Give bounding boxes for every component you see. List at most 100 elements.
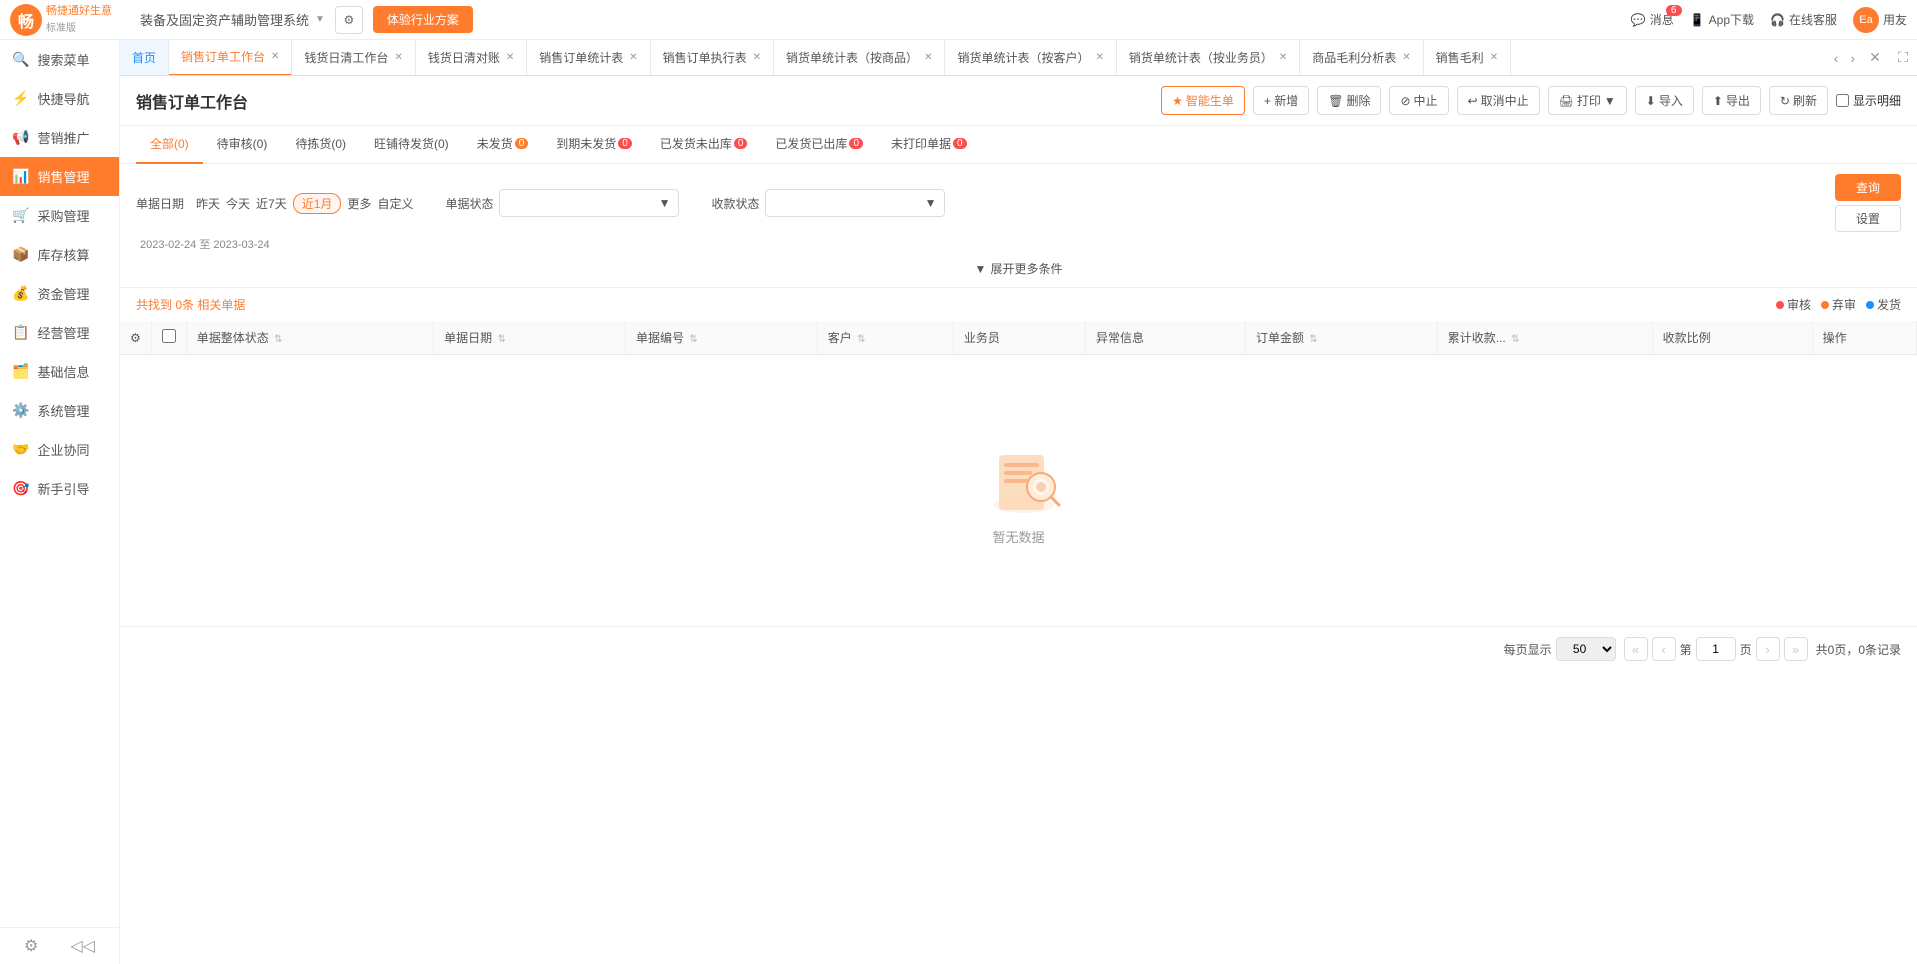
sidebar-item-finance[interactable]: 💰 资金管理 — [0, 274, 119, 313]
smart-create-button[interactable]: ★ 智能生单 — [1161, 86, 1245, 115]
show-detail-checkbox[interactable]: 显示明细 — [1836, 92, 1901, 109]
delete-button[interactable]: 🗑 删除 — [1317, 86, 1381, 115]
subtab-wangpu[interactable]: 旺铺待发货(0) — [360, 126, 463, 164]
subtab-unshipped[interactable]: 未发货 0 — [463, 126, 543, 164]
col-status[interactable]: 单据整体状态 ⇅ — [186, 321, 433, 355]
sidebar-item-corp[interactable]: 🤝 企业协同 — [0, 430, 119, 469]
tab-gross-margin[interactable]: 商品毛利分析表 ✕ — [1300, 40, 1423, 76]
add-button[interactable]: + 新增 — [1253, 86, 1309, 115]
date-1month[interactable]: 近1月 — [293, 193, 342, 214]
tab-close-icon[interactable]: ✕ — [1402, 52, 1410, 63]
query-button[interactable]: 查询 — [1835, 174, 1901, 201]
date-today[interactable]: 今天 — [226, 195, 250, 212]
tab-fullscreen-button[interactable]: ⛶ — [1889, 40, 1917, 76]
settings-bottom-button[interactable]: ⚙ — [24, 936, 38, 956]
page-size-input[interactable]: 50 100 200 — [1556, 637, 1616, 661]
export-button[interactable]: ⬆ 导出 — [1702, 86, 1761, 115]
sidebar-item-operations[interactable]: 📋 经营管理 — [0, 313, 119, 352]
expand-filter-button[interactable]: ▼ 展开更多条件 — [975, 260, 1063, 277]
prev-page-button[interactable]: ‹ — [1652, 637, 1676, 661]
subtab-pending-pick[interactable]: 待拣货(0) — [281, 126, 360, 164]
tab-close-icon[interactable]: ✕ — [753, 52, 761, 63]
tab-sales-workbench[interactable]: 销售订单工作台 ✕ — [169, 40, 292, 76]
online-service-button[interactable]: 🎧 在线客服 — [1770, 11, 1837, 28]
settings-button[interactable]: ⚙ — [335, 6, 363, 34]
tab-close-icon[interactable]: ✕ — [924, 52, 932, 63]
col-collected[interactable]: 累计收款... ⇅ — [1437, 321, 1652, 355]
sort-icon: ⇅ — [1511, 334, 1519, 345]
sidebar-item-inventory[interactable]: 📦 库存核算 — [0, 235, 119, 274]
subtab-all[interactable]: 全部(0) — [136, 126, 203, 164]
col-settings[interactable]: ⚙ — [120, 321, 151, 355]
tab-close-icon[interactable]: ✕ — [1279, 52, 1287, 63]
date-7days[interactable]: 近7天 — [256, 195, 287, 212]
subtab-overdue-unshipped[interactable]: 到期未发货 0 — [542, 126, 646, 164]
sidebar-item-search[interactable]: 🔍 搜索菜单 — [0, 40, 119, 79]
tab-cash-daily[interactable]: 钱货日清工作台 ✕ — [292, 40, 415, 76]
status-select[interactable]: ▼ — [499, 189, 679, 217]
page-input[interactable] — [1696, 637, 1736, 661]
sidebar-item-label: 基础信息 — [37, 362, 89, 381]
col-number[interactable]: 单据编号 ⇅ — [625, 321, 817, 355]
tab-close-icon[interactable]: ✕ — [506, 52, 514, 63]
subtab-unprinted[interactable]: 未打印单据 0 — [877, 126, 981, 164]
refresh-button[interactable]: ↻ 刷新 — [1769, 86, 1828, 115]
tab-cash-reconcile[interactable]: 钱货日清对账 ✕ — [416, 40, 527, 76]
tab-close-icon[interactable]: ✕ — [1490, 52, 1498, 63]
tab-sales-exec[interactable]: 销售订单执行表 ✕ — [651, 40, 774, 76]
last-page-button[interactable]: » — [1784, 637, 1808, 661]
sidebar-item-sales[interactable]: 📊 销售管理 — [0, 157, 119, 196]
tab-home[interactable]: 首页 — [120, 40, 169, 76]
tab-close-icon[interactable]: ✕ — [1095, 52, 1103, 63]
first-page-button[interactable]: « — [1624, 637, 1648, 661]
sidebar-item-system[interactable]: ⚙️ 系统管理 — [0, 391, 119, 430]
col-date[interactable]: 单据日期 ⇅ — [434, 321, 626, 355]
review-button[interactable]: 审核 — [1776, 296, 1811, 313]
tab-sales-margin[interactable]: 销售毛利 ✕ — [1424, 40, 1511, 76]
tab-sales-stats[interactable]: 销售订单统计表 ✕ — [527, 40, 650, 76]
abandon-review-button[interactable]: 弃审 — [1821, 296, 1856, 313]
select-all-checkbox[interactable] — [162, 329, 176, 343]
tab-close-icon[interactable]: ✕ — [629, 52, 637, 63]
sidebar-item-basic[interactable]: 🗂️ 基础信息 — [0, 352, 119, 391]
industry-button[interactable]: 体验行业方案 — [373, 6, 473, 33]
print-button[interactable]: 🖨 打印 ▼ — [1548, 86, 1627, 115]
tab-close-icon[interactable]: ✕ — [271, 51, 279, 62]
tab-goods-stats-product[interactable]: 销货单统计表（按商品） ✕ — [774, 40, 945, 76]
col-checkbox[interactable] — [151, 321, 186, 355]
sidebar-item-nav[interactable]: ⚡ 快捷导航 — [0, 79, 119, 118]
tab-goods-stats-salesperson[interactable]: 销货单统计表（按业务员） ✕ — [1117, 40, 1300, 76]
system-dropdown-icon[interactable]: ▼ — [315, 14, 325, 25]
refresh-icon: ↻ — [1780, 94, 1790, 108]
export-label: 导出 — [1726, 92, 1750, 109]
sidebar-item-purchase[interactable]: 🛒 采购管理 — [0, 196, 119, 235]
table-scroll-area[interactable]: ⚙ 单据整体状态 ⇅ 单据日期 — [120, 321, 1917, 355]
subtab-shipped-no-out[interactable]: 已发货未出库 0 — [646, 126, 762, 164]
col-amount[interactable]: 订单金额 ⇅ — [1245, 321, 1437, 355]
set-button[interactable]: 设置 — [1835, 205, 1901, 232]
next-page-button[interactable]: › — [1756, 637, 1780, 661]
cancel-stop-button[interactable]: ↩ 取消中止 — [1457, 86, 1540, 115]
date-custom[interactable]: 自定义 — [377, 195, 413, 212]
subtab-shipped-out[interactable]: 已发货已出库 0 — [761, 126, 877, 164]
import-button[interactable]: ⬇ 导入 — [1635, 86, 1694, 115]
message-button[interactable]: 💬 消息 6 — [1631, 11, 1674, 28]
tab-nav-next[interactable]: › — [1844, 40, 1861, 76]
subtab-pending-review[interactable]: 待审核(0) — [203, 126, 282, 164]
col-customer[interactable]: 客户 ⇅ — [817, 321, 953, 355]
sidebar-item-guide[interactable]: 🎯 新手引导 — [0, 469, 119, 508]
date-more[interactable]: 更多 — [347, 195, 371, 212]
tab-close-icon[interactable]: ✕ — [394, 52, 402, 63]
show-detail-input[interactable] — [1836, 94, 1849, 107]
user-button[interactable]: Ea 用友 — [1853, 7, 1907, 33]
stop-button[interactable]: ⊘ 中止 — [1389, 86, 1448, 115]
tab-goods-stats-customer[interactable]: 销货单统计表（按客户） ✕ — [945, 40, 1116, 76]
app-download-button[interactable]: 📱 App下载 — [1690, 11, 1754, 28]
date-yesterday[interactable]: 昨天 — [196, 195, 220, 212]
tab-close-all-button[interactable]: ✕ — [1861, 40, 1889, 76]
ship-button[interactable]: 发货 — [1866, 296, 1901, 313]
tab-nav-prev[interactable]: ‹ — [1828, 40, 1845, 76]
collection-select[interactable]: ▼ — [765, 189, 945, 217]
collapse-button[interactable]: ◁◁ — [70, 936, 95, 956]
sidebar-item-marketing[interactable]: 📢 营销推广 — [0, 118, 119, 157]
